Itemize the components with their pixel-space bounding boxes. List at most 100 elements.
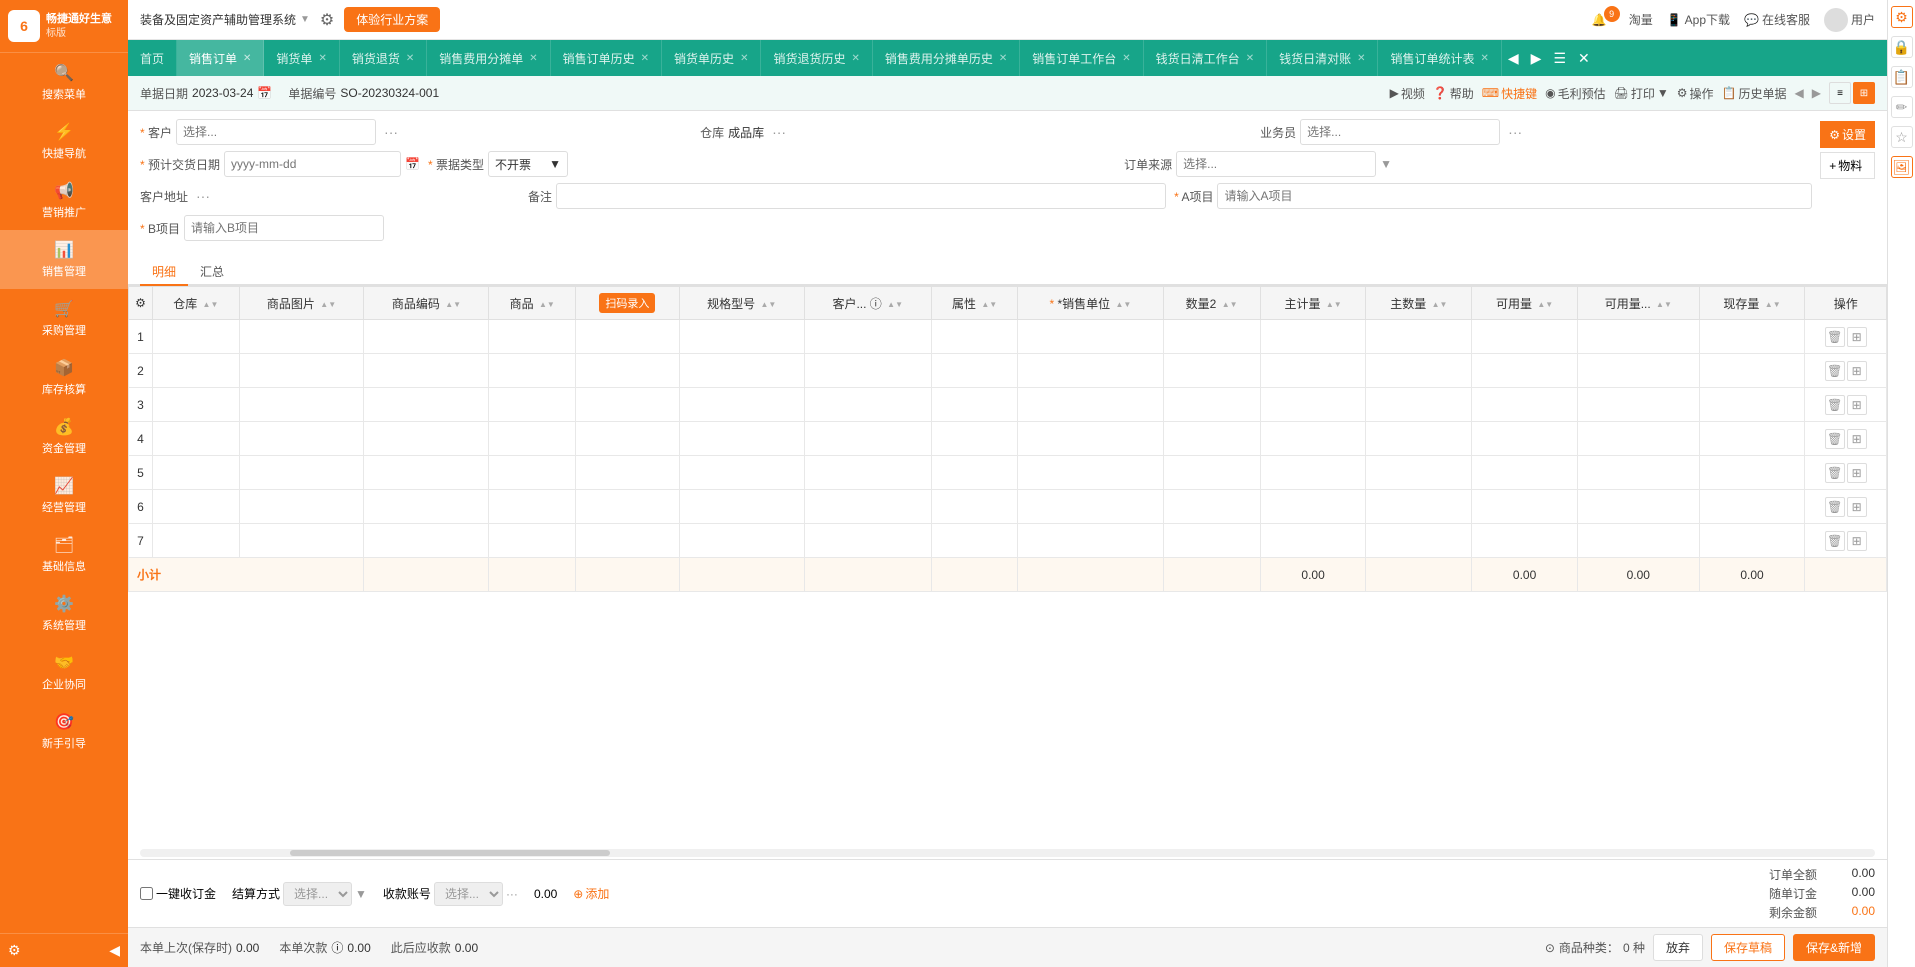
col-main-unit[interactable]: 主计量 ▲▼ <box>1260 287 1366 320</box>
row-warehouse[interactable] <box>153 388 240 422</box>
col-stock[interactable]: 现存量 ▲▼ <box>1699 287 1805 320</box>
tab-close-icon[interactable]: ✕ <box>1246 53 1254 64</box>
col-scan[interactable]: 扫码录入 <box>575 287 679 320</box>
row-main-qty[interactable] <box>1366 354 1472 388</box>
col-product[interactable]: 商品 ▲▼ <box>489 287 576 320</box>
warehouse-more-icon[interactable]: ··· <box>772 124 786 140</box>
delivery-input[interactable] <box>224 151 401 177</box>
col-warehouse[interactable]: 仓库 ▲▼ <box>153 287 240 320</box>
right-panel-copy-icon[interactable]: 📋 <box>1891 66 1913 88</box>
tab-home[interactable]: 首页 <box>128 40 177 76</box>
delete-row-btn[interactable]: 🗑 <box>1825 361 1845 381</box>
ops-btn[interactable]: ⚙ 操作 <box>1677 85 1714 102</box>
row-available[interactable] <box>1472 320 1578 354</box>
row-product[interactable] <box>489 320 576 354</box>
sidebar-item-sales[interactable]: 📊 销售管理 <box>0 230 128 289</box>
copy-row-btn[interactable]: ⊞ <box>1847 361 1867 381</box>
right-panel-star-icon[interactable]: ☆ <box>1891 126 1913 148</box>
next-record-icon[interactable]: ▶ <box>1812 86 1821 100</box>
collapse-icon[interactable]: ◀ <box>109 942 120 959</box>
invoice-select[interactable]: 不开票 ▼ <box>488 151 568 177</box>
scan-btn[interactable]: 扫码录入 <box>599 293 655 313</box>
save-draft-btn[interactable]: 保存草稿 <box>1711 934 1785 961</box>
tab-close-icon[interactable]: ✕ <box>740 53 748 64</box>
row-stock[interactable] <box>1699 354 1805 388</box>
tab-close-icon[interactable]: ✕ <box>1122 53 1130 64</box>
tab-close-icon[interactable]: ✕ <box>999 53 1007 64</box>
horizontal-scrollbar[interactable] <box>140 849 1875 857</box>
b-project-input[interactable] <box>184 215 384 241</box>
tab-close-icon[interactable]: ✕ <box>851 53 859 64</box>
save-new-btn[interactable]: 保存&新增 <box>1793 934 1875 961</box>
row-code[interactable] <box>364 354 489 388</box>
scroll-thumb[interactable] <box>290 850 610 856</box>
tab-goods-history[interactable]: 销货单历史 ✕ <box>662 40 761 76</box>
delete-row-btn[interactable]: 🗑 <box>1825 531 1845 551</box>
tab-return-history[interactable]: 销货退货历史 ✕ <box>761 40 872 76</box>
right-panel-settings-icon[interactable]: ⚙ <box>1891 6 1913 28</box>
tab-close-icon[interactable]: ✕ <box>1357 53 1365 64</box>
row-main-unit[interactable] <box>1260 320 1366 354</box>
sidebar-item-marketing[interactable]: 📢 营销推广 <box>0 171 128 230</box>
delete-row-btn[interactable]: 🗑 <box>1825 497 1845 517</box>
tab-close-icon[interactable]: ✕ <box>406 53 414 64</box>
salesperson-more-icon[interactable]: ··· <box>1508 124 1522 140</box>
solution-button[interactable]: 体验行业方案 <box>344 7 440 32</box>
delete-row-btn[interactable]: 🗑 <box>1825 463 1845 483</box>
sidebar-item-enterprise[interactable]: 🤝 企业协同 <box>0 643 128 702</box>
tab-close-icon[interactable]: ✕ <box>641 53 649 64</box>
tab-close-all-btn[interactable]: ✕ <box>1572 40 1596 76</box>
row-product[interactable] <box>489 354 576 388</box>
grid-layout-btn[interactable]: ⊞ <box>1853 82 1875 104</box>
tab-fee-history[interactable]: 销售费用分摊单历史 ✕ <box>873 40 1020 76</box>
col-image[interactable]: 商品图片 ▲▼ <box>239 287 364 320</box>
col-code[interactable]: 商品编码 ▲▼ <box>364 287 489 320</box>
row-warehouse[interactable] <box>153 320 240 354</box>
tab-prev-btn[interactable]: ◀ <box>1502 40 1525 76</box>
col-attr[interactable]: 属性 ▲▼ <box>931 287 1018 320</box>
tab-sales-workbench[interactable]: 销售订单工作台 ✕ <box>1020 40 1143 76</box>
profit-btn[interactable]: ◉ 毛利预估 <box>1545 85 1606 102</box>
address-more-icon[interactable]: ··· <box>196 188 210 204</box>
add-btn[interactable]: ⊕ 添加 <box>573 885 609 902</box>
sidebar-item-search[interactable]: 🔍 搜索菜单 <box>0 53 128 112</box>
sidebar-item-system[interactable]: ⚙️ 系统管理 <box>0 584 128 643</box>
tab-next-btn[interactable]: ▶ <box>1525 40 1548 76</box>
row-unit[interactable] <box>1018 354 1163 388</box>
prev-record-icon[interactable]: ◀ <box>1795 86 1804 100</box>
salesperson-input[interactable] <box>1300 119 1500 145</box>
tab-daily-workbench[interactable]: 钱货日清工作台 ✕ <box>1144 40 1267 76</box>
one-click-checkbox[interactable] <box>140 887 153 900</box>
tab-close-icon[interactable]: ✕ <box>529 53 537 64</box>
account-select[interactable]: 选择... <box>434 882 503 906</box>
tab-daily-reconcile[interactable]: 钱货日清对账 ✕ <box>1267 40 1378 76</box>
tab-close-icon[interactable]: ✕ <box>318 53 326 64</box>
row-image[interactable] <box>239 320 364 354</box>
row-attr[interactable] <box>931 320 1018 354</box>
sidebar-item-purchase[interactable]: 🛒 采购管理 <box>0 289 128 348</box>
help-btn[interactable]: ❓ 帮助 <box>1433 85 1474 102</box>
view-btn[interactable]: ▶ 视频 <box>1390 85 1425 102</box>
col-available[interactable]: 可用量 ▲▼ <box>1472 287 1578 320</box>
row-main-qty[interactable] <box>1366 320 1472 354</box>
right-panel-lock-icon[interactable]: 🔒 <box>1891 36 1913 58</box>
row-available2[interactable] <box>1577 354 1699 388</box>
print-btn[interactable]: 🖨 打印 ▼ <box>1614 85 1669 102</box>
row-customer-code[interactable] <box>804 354 931 388</box>
settings-float-btn[interactable]: ⚙ 设置 <box>1820 121 1875 148</box>
copy-row-btn[interactable]: ⊞ <box>1847 327 1867 347</box>
row-unit[interactable] <box>1018 320 1163 354</box>
tab-sales-report[interactable]: 销售订单统计表 ✕ <box>1378 40 1501 76</box>
list-layout-btn[interactable]: ≡ <box>1829 82 1851 104</box>
app-download-item[interactable]: 📱 App下载 <box>1667 11 1730 28</box>
row-image[interactable] <box>239 354 364 388</box>
tab-menu-btn[interactable]: ☰ <box>1547 40 1572 76</box>
customer-input[interactable] <box>176 119 376 145</box>
online-service-item[interactable]: 💬 在线客服 <box>1744 11 1810 28</box>
row-spec[interactable] <box>679 320 804 354</box>
col-available2[interactable]: 可用量... ▲▼ <box>1577 287 1699 320</box>
copy-row-btn[interactable]: ⊞ <box>1847 429 1867 449</box>
col-qty2[interactable]: 数量2 ▲▼ <box>1163 287 1260 320</box>
payment-select[interactable]: 选择... <box>283 882 352 906</box>
sidebar-item-basic[interactable]: 🗂 基础信息 <box>0 525 128 584</box>
